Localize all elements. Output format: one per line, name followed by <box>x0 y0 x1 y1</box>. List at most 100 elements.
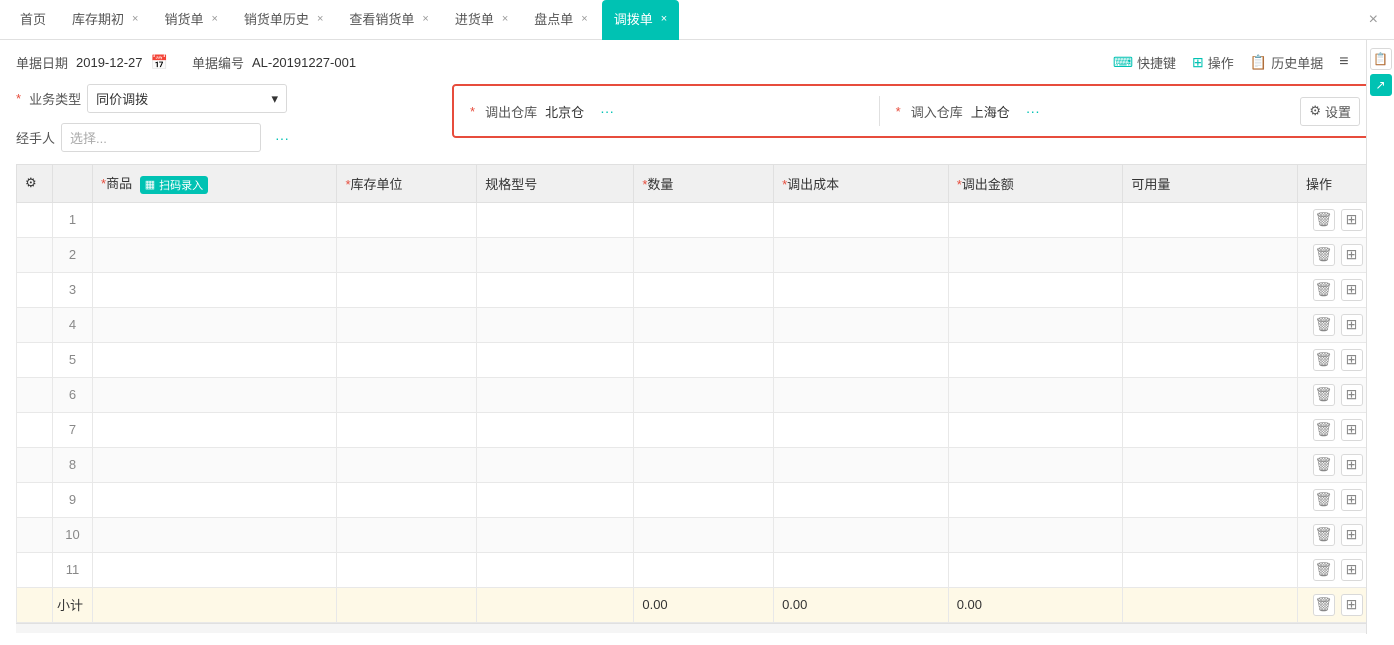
tab-inventory-init[interactable]: 库存期初 × <box>60 0 150 40</box>
row-unit-cell[interactable] <box>337 412 477 447</box>
right-panel-note-btn[interactable]: 📋 <box>1370 48 1392 70</box>
row-amount-cell[interactable] <box>948 482 1123 517</box>
shortcuts-button[interactable]: ⌨ 快捷键 <box>1113 53 1176 72</box>
row-unit-cell[interactable] <box>337 202 477 237</box>
row-unit-cell[interactable] <box>337 552 477 587</box>
row-unit-cell[interactable] <box>337 377 477 412</box>
tab-sales-order-close[interactable]: × <box>211 13 217 25</box>
row-unit-cell[interactable] <box>337 307 477 342</box>
row-product-cell[interactable] <box>93 552 337 587</box>
row-unit-cell[interactable] <box>337 342 477 377</box>
row-spec-cell[interactable] <box>477 447 634 482</box>
subtotal-delete-btn[interactable]: 🗑 <box>1313 594 1335 616</box>
row-product-cell[interactable] <box>93 447 337 482</box>
row-cost-cell[interactable] <box>774 412 949 447</box>
row-qty-cell[interactable] <box>634 307 774 342</box>
tab-sales-order[interactable]: 销货单 × <box>152 0 229 40</box>
row-amount-cell[interactable] <box>948 202 1123 237</box>
tab-purchase-order-close[interactable]: × <box>502 13 508 25</box>
row-unit-cell[interactable] <box>337 517 477 552</box>
tab-transfer[interactable]: 调拨单 × <box>602 0 679 40</box>
row-spec-cell[interactable] <box>477 272 634 307</box>
row-spec-cell[interactable] <box>477 517 634 552</box>
history-button[interactable]: 📋 历史单据 <box>1250 53 1323 72</box>
row-product-cell[interactable] <box>93 517 337 552</box>
row-product-cell[interactable] <box>93 307 337 342</box>
row-product-cell[interactable] <box>93 272 337 307</box>
row-copy-btn[interactable]: ⊞ <box>1341 489 1363 511</box>
row-unit-cell[interactable] <box>337 482 477 517</box>
row-cost-cell[interactable] <box>774 552 949 587</box>
row-delete-btn[interactable]: 🗑 <box>1313 489 1335 511</box>
row-delete-btn[interactable]: 🗑 <box>1313 209 1335 231</box>
warehouse-in-ellipsis[interactable]: ··· <box>1026 103 1040 119</box>
row-spec-cell[interactable] <box>477 202 634 237</box>
row-qty-cell[interactable] <box>634 342 774 377</box>
row-qty-cell[interactable] <box>634 447 774 482</box>
row-copy-btn[interactable]: ⊞ <box>1341 314 1363 336</box>
row-cost-cell[interactable] <box>774 377 949 412</box>
tab-view-sales[interactable]: 查看销货单 × <box>337 0 440 40</box>
col-header-gear[interactable]: ⚙ <box>17 165 53 203</box>
row-copy-btn[interactable]: ⊞ <box>1341 524 1363 546</box>
row-cost-cell[interactable] <box>774 517 949 552</box>
row-cost-cell[interactable] <box>774 237 949 272</box>
settings-button[interactable]: ⚙ 设置 <box>1300 97 1360 126</box>
list-view-button[interactable]: ≡ <box>1339 53 1348 71</box>
row-amount-cell[interactable] <box>948 552 1123 587</box>
row-copy-btn[interactable]: ⊞ <box>1341 384 1363 406</box>
row-cost-cell[interactable] <box>774 272 949 307</box>
row-spec-cell[interactable] <box>477 552 634 587</box>
row-delete-btn[interactable]: 🗑 <box>1313 419 1335 441</box>
row-qty-cell[interactable] <box>634 237 774 272</box>
row-cost-cell[interactable] <box>774 202 949 237</box>
row-unit-cell[interactable] <box>337 272 477 307</box>
row-delete-btn[interactable]: 🗑 <box>1313 524 1335 546</box>
row-spec-cell[interactable] <box>477 237 634 272</box>
row-spec-cell[interactable] <box>477 412 634 447</box>
row-delete-btn[interactable]: 🗑 <box>1313 384 1335 406</box>
row-delete-btn[interactable]: 🗑 <box>1313 314 1335 336</box>
row-unit-cell[interactable] <box>337 237 477 272</box>
row-qty-cell[interactable] <box>634 272 774 307</box>
tab-purchase-order[interactable]: 进货单 × <box>443 0 520 40</box>
tab-transfer-close[interactable]: × <box>661 13 667 25</box>
row-unit-cell[interactable] <box>337 447 477 482</box>
row-qty-cell[interactable] <box>634 377 774 412</box>
row-product-cell[interactable] <box>93 412 337 447</box>
row-copy-btn[interactable]: ⊞ <box>1341 559 1363 581</box>
row-amount-cell[interactable] <box>948 412 1123 447</box>
scan-entry-button[interactable]: ▦扫码录入 <box>140 176 208 194</box>
row-amount-cell[interactable] <box>948 307 1123 342</box>
operations-button[interactable]: ⊞ 操作 <box>1192 53 1234 72</box>
row-qty-cell[interactable] <box>634 202 774 237</box>
calendar-icon[interactable]: 📅 <box>151 54 168 71</box>
row-spec-cell[interactable] <box>477 482 634 517</box>
row-spec-cell[interactable] <box>477 377 634 412</box>
tab-inventory-init-close[interactable]: × <box>132 13 138 25</box>
right-panel-external-btn[interactable]: ↗ <box>1370 74 1392 96</box>
row-delete-btn[interactable]: 🗑 <box>1313 349 1335 371</box>
handler-placeholder[interactable]: 选择... <box>61 123 261 152</box>
tab-view-sales-close[interactable]: × <box>422 13 428 25</box>
row-copy-btn[interactable]: ⊞ <box>1341 419 1363 441</box>
tab-stocktake[interactable]: 盘点单 × <box>522 0 599 40</box>
business-type-select[interactable]: 同价调拨 ▾ <box>87 84 287 113</box>
subtotal-copy-btn[interactable]: ⊞ <box>1341 594 1363 616</box>
row-copy-btn[interactable]: ⊞ <box>1341 454 1363 476</box>
row-cost-cell[interactable] <box>774 307 949 342</box>
row-amount-cell[interactable] <box>948 237 1123 272</box>
row-product-cell[interactable] <box>93 342 337 377</box>
row-qty-cell[interactable] <box>634 552 774 587</box>
row-qty-cell[interactable] <box>634 517 774 552</box>
row-cost-cell[interactable] <box>774 342 949 377</box>
row-copy-btn[interactable]: ⊞ <box>1341 244 1363 266</box>
row-cost-cell[interactable] <box>774 482 949 517</box>
row-qty-cell[interactable] <box>634 412 774 447</box>
handler-ellipsis[interactable]: ··· <box>275 130 289 146</box>
tab-home[interactable]: 首页 <box>8 0 58 40</box>
row-delete-btn[interactable]: 🗑 <box>1313 454 1335 476</box>
warehouse-out-ellipsis[interactable]: ··· <box>600 103 614 119</box>
row-cost-cell[interactable] <box>774 447 949 482</box>
row-amount-cell[interactable] <box>948 447 1123 482</box>
